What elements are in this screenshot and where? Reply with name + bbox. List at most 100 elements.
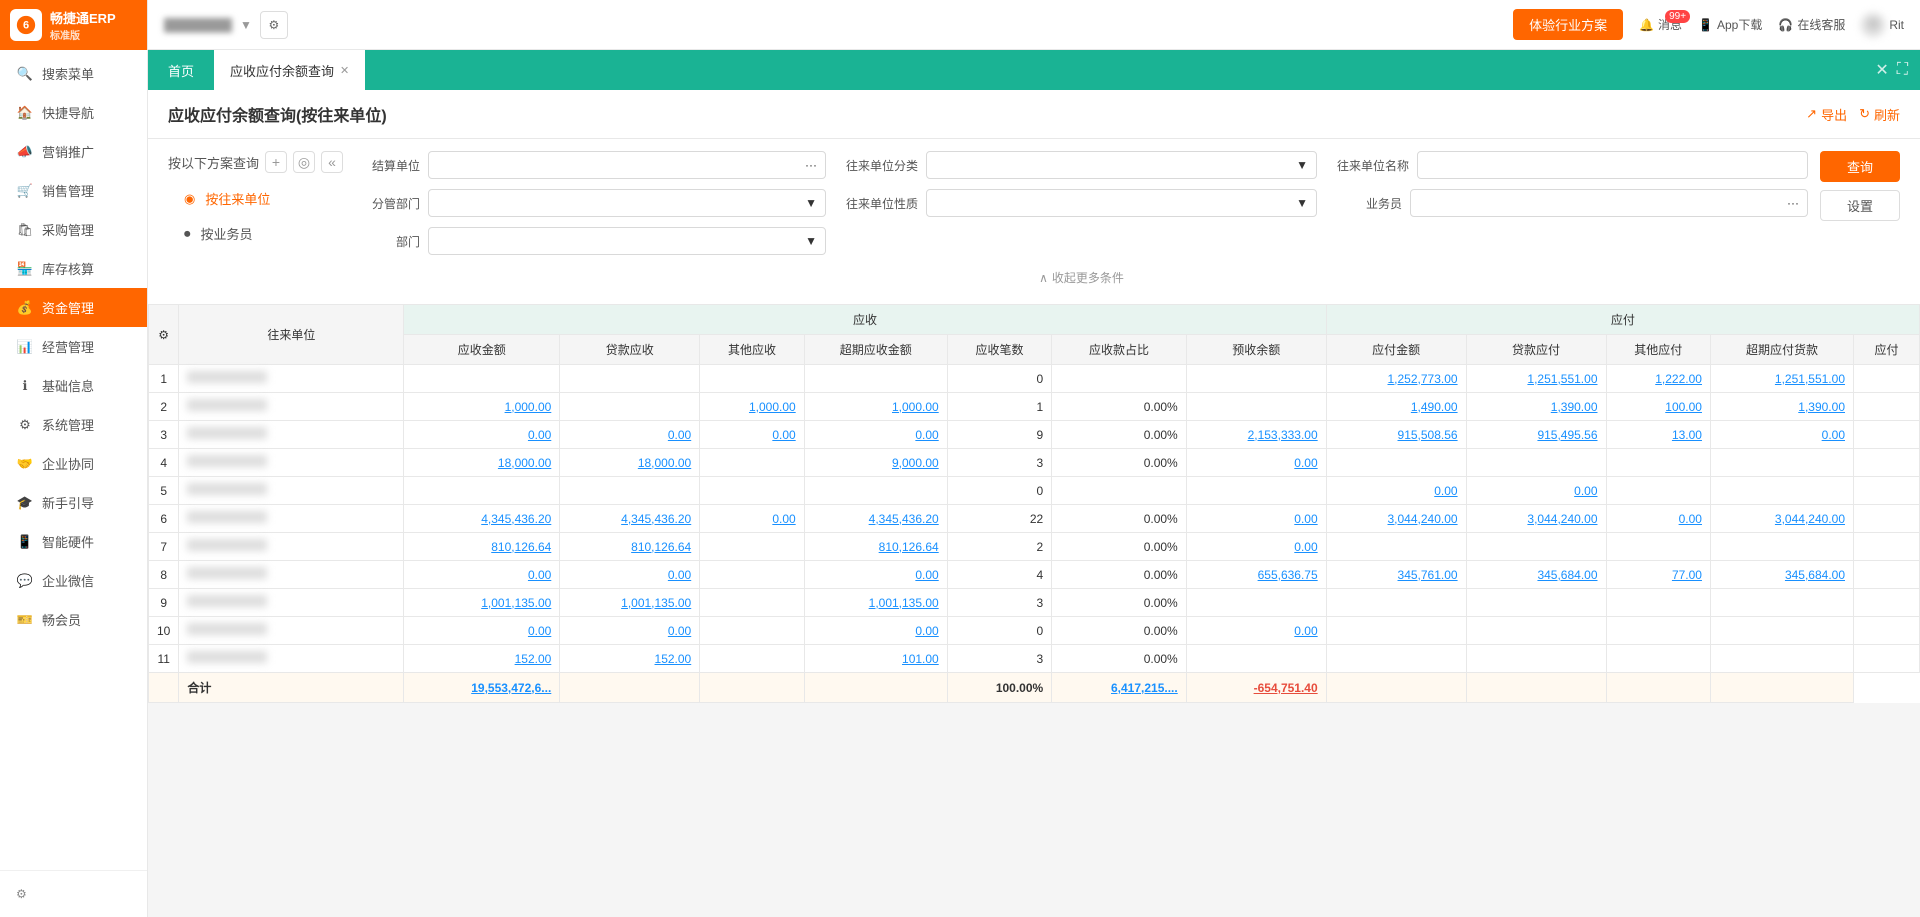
th-receivable-group: 应收 — [404, 305, 1326, 335]
query-btn[interactable]: 查询 — [1820, 151, 1900, 182]
query-options-panel: 按以下方案查询 + ◎ « ◉ 按往来单位 ⏺ 按业务员 — [168, 151, 343, 251]
sidebar-bottom: ⚙ — [0, 870, 147, 917]
filter-collapse-btn[interactable]: ∧ 收起更多条件 — [355, 263, 1808, 292]
sidebar-item-marketing[interactable]: 📣 营销推广 — [0, 132, 147, 171]
sidebar-item-member[interactable]: 🎫 畅会员 — [0, 600, 147, 639]
chevron-up-icon: ∧ — [1039, 271, 1048, 285]
table-row: 500.000.00 — [149, 477, 1920, 505]
export-icon: ↗ — [1806, 106, 1817, 122]
filter-partner-nature: 往来单位性质 ▼ — [846, 189, 1317, 217]
member-icon: 🎫 — [16, 611, 34, 629]
breadcrumb: ████████ ▼ ⚙ — [164, 11, 1513, 39]
th-partner: 往来单位 — [179, 305, 404, 365]
query-option-by-salesperson[interactable]: ⏺ 按业务员 — [168, 216, 343, 251]
summary-row: 合计 19,553,472,6... 100.00% 6,417,215....… — [149, 673, 1920, 703]
query-option-by-unit[interactable]: ◉ 按往来单位 — [168, 181, 343, 216]
tab-bar-right: ✕ ⛶ — [1875, 60, 1920, 80]
partner-name-input[interactable] — [1417, 151, 1808, 179]
sidebar-item-nav[interactable]: 🏠 快捷导航 — [0, 93, 147, 132]
filter-partner-category: 往来单位分类 ▼ — [846, 151, 1317, 179]
settings-btn[interactable]: 设置 — [1820, 190, 1900, 221]
th-other-payable: 其他应付 — [1606, 335, 1710, 365]
summary-ratio: 100.00% — [947, 673, 1051, 703]
table-row: 64,345,436.204,345,436.200.004,345,436.2… — [149, 505, 1920, 533]
guide-icon: 🎓 — [16, 494, 34, 512]
topbar-gear-btn[interactable]: ⚙ — [260, 11, 288, 39]
app-logo: 6 畅捷通ERP 标准版 — [0, 0, 147, 50]
topbar-actions: 体验行业方案 🔔 消息 99+ 📱 App下载 🎧 在线客服 U Rit — [1513, 9, 1904, 40]
search-icon: 🔍 — [16, 65, 34, 83]
settings-bottom-icon: ⚙ — [16, 887, 27, 901]
online-service-btn[interactable]: 🎧 在线客服 — [1778, 16, 1845, 33]
sidebar-item-purchase[interactable]: 🛍 采购管理 — [0, 210, 147, 249]
svg-text:6: 6 — [23, 20, 29, 32]
th-receivable-count: 应收笔数 — [947, 335, 1051, 365]
filter-dept: 分管部门 ▼ — [355, 189, 826, 217]
th-other-receivable: 其他应收 — [700, 335, 804, 365]
sidebar: 6 畅捷通ERP 标准版 🔍 搜索菜单 🏠 快捷导航 📣 营销推广 🛒 — [0, 0, 148, 917]
sidebar-item-wechat[interactable]: 💬 企业微信 — [0, 561, 147, 600]
summary-receivable-amount[interactable]: 19,553,472,6... — [404, 673, 560, 703]
page-header-actions: ↗ 导出 ↻ 刷新 — [1806, 105, 1900, 124]
filter-salesperson: 业务员 ··· — [1337, 189, 1808, 217]
partner-category-input[interactable]: ▼ — [926, 151, 1317, 179]
th-payable-amount: 应付金额 — [1326, 335, 1466, 365]
person-icon: ⏺ — [184, 226, 191, 242]
table-row: 91,001,135.001,001,135.001,001,135.0030.… — [149, 589, 1920, 617]
sidebar-item-guide[interactable]: 🎓 新手引导 — [0, 483, 147, 522]
tab-home[interactable]: 首页 — [148, 50, 214, 90]
export-btn[interactable]: ↗ 导出 — [1806, 105, 1847, 124]
sidebar-item-hardware[interactable]: 📱 智能硬件 — [0, 522, 147, 561]
money-icon: 💰 — [16, 299, 34, 317]
sidebar-item-collab[interactable]: 🤝 企业协同 — [0, 444, 147, 483]
filter-collapse-left-btn[interactable]: « — [321, 151, 343, 173]
sidebar-settings-btn[interactable]: ⚙ — [0, 879, 147, 909]
partner-nature-input[interactable]: ▼ — [926, 189, 1317, 217]
sidebar-nav: 🔍 搜索菜单 🏠 快捷导航 📣 营销推广 🛒 销售管理 🛍 采购管理 🏪 — [0, 50, 147, 870]
settlement-unit-input[interactable]: ··· — [428, 151, 826, 179]
refresh-icon: ↻ — [1859, 106, 1870, 122]
filter-circle-btn[interactable]: ◎ — [293, 151, 315, 173]
th-loan-receivable: 贷款应收 — [560, 335, 700, 365]
wechat-icon: 💬 — [16, 572, 34, 590]
section-dept-input[interactable]: ▼ — [428, 227, 826, 255]
bag-icon: 🛍 — [16, 221, 34, 239]
sidebar-item-operations[interactable]: 📊 经营管理 — [0, 327, 147, 366]
warehouse-icon: 🏪 — [16, 260, 34, 278]
system-icon: ⚙ — [16, 416, 34, 434]
logo-text: 畅捷通ERP 标准版 — [50, 8, 116, 42]
info-icon: ℹ — [16, 377, 34, 395]
tab-maximize-btn[interactable]: ⛶ — [1897, 61, 1908, 79]
tab-close-btn[interactable]: ✕ — [340, 64, 349, 77]
tab-close-window-btn[interactable]: ✕ — [1875, 60, 1888, 80]
summary-advance[interactable]: 6,417,215.... — [1052, 673, 1187, 703]
tab-receivable[interactable]: 应收应付余额查询 ✕ — [214, 50, 365, 90]
sidebar-item-system[interactable]: ⚙ 系统管理 — [0, 405, 147, 444]
sidebar-item-sales[interactable]: 🛒 销售管理 — [0, 171, 147, 210]
hardware-icon: 📱 — [16, 533, 34, 551]
dept-input[interactable]: ▼ — [428, 189, 826, 217]
table-row: 11152.00152.00101.0030.00% — [149, 645, 1920, 673]
sidebar-item-search[interactable]: 🔍 搜索菜单 — [0, 54, 147, 93]
filter-add-btn[interactable]: + — [265, 151, 287, 173]
sidebar-item-basic-info[interactable]: ℹ 基础信息 — [0, 366, 147, 405]
summary-payable[interactable]: -654,751.40 — [1186, 673, 1326, 703]
table-row: 100.000.000.0000.00%0.00 — [149, 617, 1920, 645]
refresh-btn[interactable]: ↻ 刷新 — [1859, 105, 1900, 124]
table-settings-col[interactable]: ⚙ — [149, 305, 179, 365]
sidebar-item-inventory[interactable]: 🏪 库存核算 — [0, 249, 147, 288]
notification-btn[interactable]: 🔔 消息 99+ — [1639, 16, 1682, 33]
user-menu[interactable]: U Rit — [1861, 13, 1904, 37]
trial-btn[interactable]: 体验行业方案 — [1513, 9, 1623, 40]
list-icon: ◉ — [184, 191, 195, 207]
th-overdue-payable: 超期应付货款 — [1710, 335, 1853, 365]
th-receivable-amount: 应收金额 — [404, 335, 560, 365]
filter-partner-name: 往来单位名称 — [1337, 151, 1808, 179]
data-table: ⚙ 往来单位 应收 应付 应收金额 贷款应收 其他应收 超期应收金额 — [148, 304, 1920, 703]
query-btn-group: 查询 设置 — [1820, 151, 1900, 221]
salesperson-input[interactable]: ··· — [1410, 189, 1808, 217]
app-download-btn[interactable]: 📱 App下载 — [1698, 16, 1762, 33]
chart-icon: 📊 — [16, 338, 34, 356]
th-payable-tail: 应付 — [1854, 335, 1920, 365]
sidebar-item-finance[interactable]: 💰 资金管理 — [0, 288, 147, 327]
